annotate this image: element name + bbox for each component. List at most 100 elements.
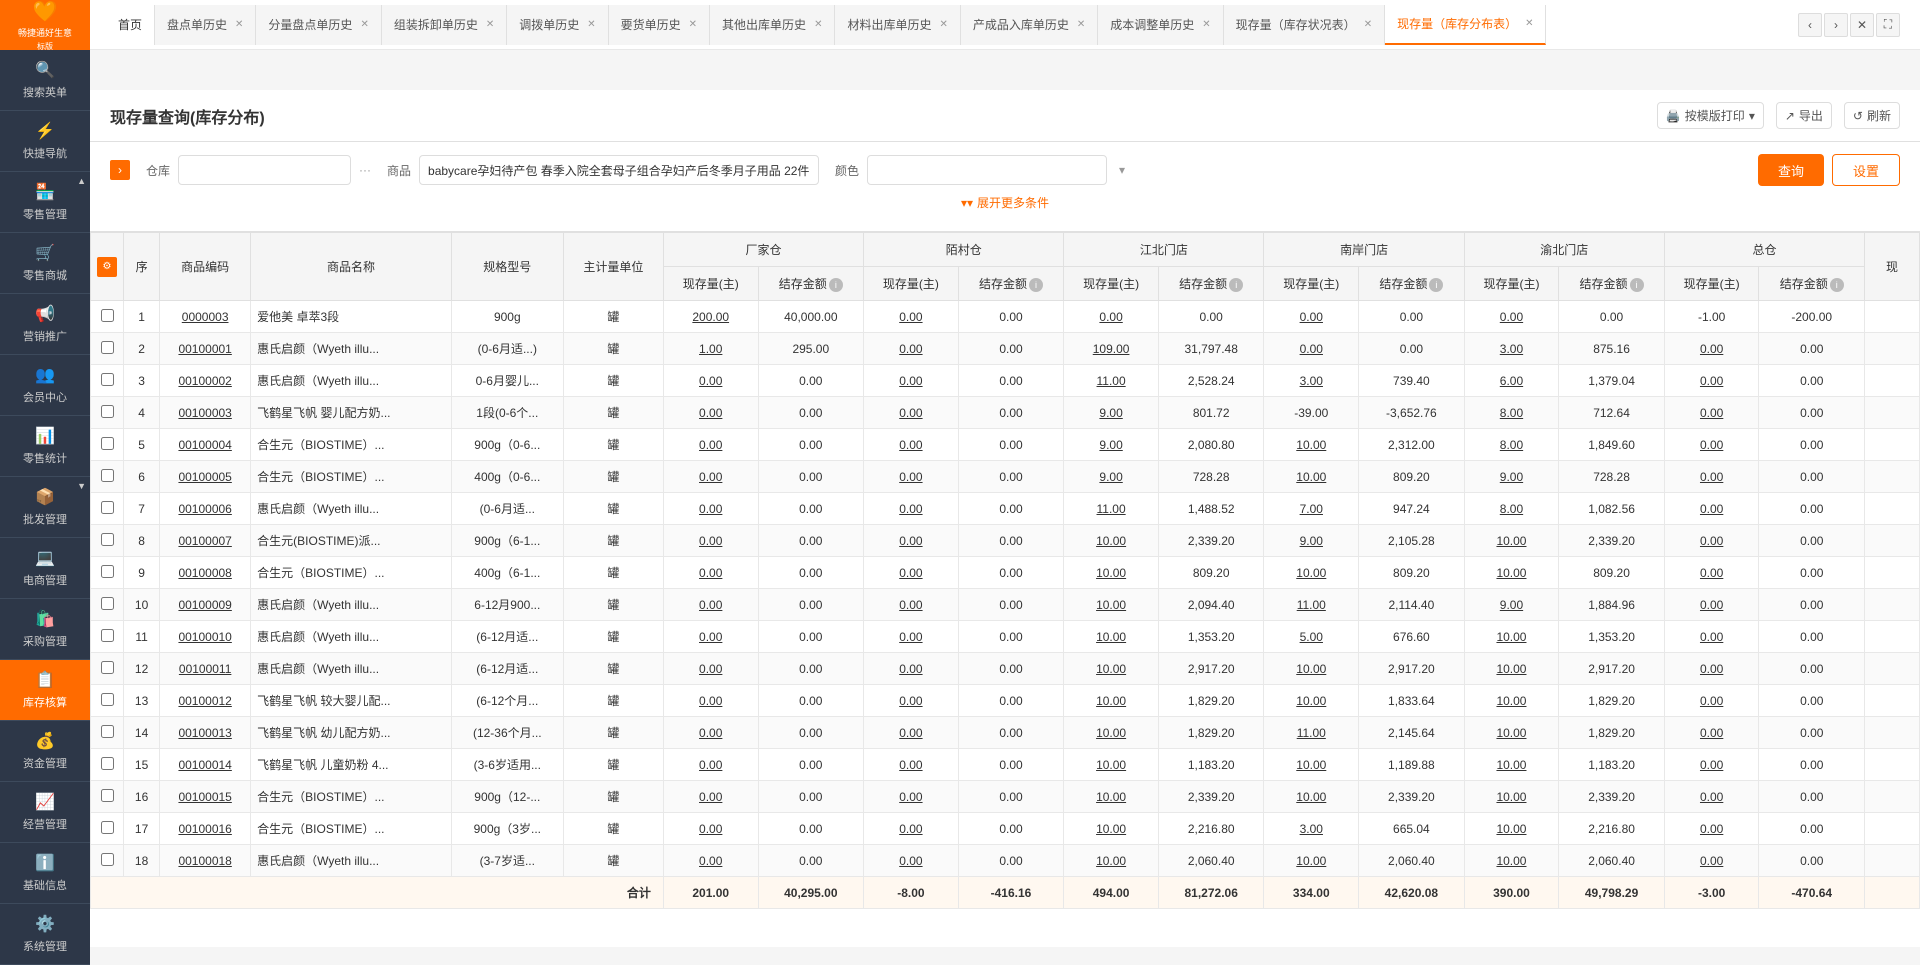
sidebar-item-retail-stat[interactable]: 📊 零售统计 bbox=[0, 416, 90, 477]
tab-assemble[interactable]: 组装拆卸单历史 ✕ bbox=[382, 5, 507, 45]
checkbox[interactable] bbox=[101, 789, 114, 802]
row-total-stock[interactable]: 0.00 bbox=[1664, 525, 1759, 557]
row-w2-stock[interactable]: 0.00 bbox=[864, 845, 959, 877]
row-checkbox[interactable] bbox=[91, 493, 124, 525]
row-checkbox[interactable] bbox=[91, 301, 124, 333]
row-w4-stock[interactable]: 0.00 bbox=[1264, 333, 1359, 365]
row-checkbox[interactable] bbox=[91, 845, 124, 877]
checkbox[interactable] bbox=[101, 853, 114, 866]
tab-prev-btn[interactable]: ‹ bbox=[1798, 13, 1822, 37]
row-w4-stock[interactable]: 10.00 bbox=[1264, 845, 1359, 877]
row-w5-stock[interactable]: 9.00 bbox=[1464, 589, 1559, 621]
tab-close-icon[interactable]: ✕ bbox=[689, 19, 697, 30]
checkbox[interactable] bbox=[101, 725, 114, 738]
row-checkbox[interactable] bbox=[91, 461, 124, 493]
row-w1-stock[interactable]: 0.00 bbox=[663, 813, 758, 845]
row-w2-stock[interactable]: 0.00 bbox=[864, 813, 959, 845]
row-w4-stock[interactable]: 9.00 bbox=[1264, 525, 1359, 557]
sidebar-item-marketing[interactable]: 📢 营销推广 bbox=[0, 294, 90, 355]
tab-close-icon[interactable]: ✕ bbox=[587, 19, 595, 30]
row-w4-stock[interactable]: 10.00 bbox=[1264, 653, 1359, 685]
checkbox[interactable] bbox=[101, 501, 114, 514]
sidebar-item-mall[interactable]: 🛒 零售商城 bbox=[0, 233, 90, 294]
tab-transfer[interactable]: 调拨单历史 ✕ bbox=[507, 5, 608, 45]
w2-info-icon[interactable]: i bbox=[1029, 278, 1043, 292]
row-w5-stock[interactable]: 8.00 bbox=[1464, 429, 1559, 461]
tab-close-icon[interactable]: ✕ bbox=[360, 19, 368, 30]
row-w2-stock[interactable]: 0.00 bbox=[864, 397, 959, 429]
sidebar-item-retail-mgmt[interactable]: 🏪 零售管理 ▲ bbox=[0, 172, 90, 233]
color-dropdown-icon[interactable]: ▾ bbox=[1119, 163, 1125, 177]
row-w1-stock[interactable]: 0.00 bbox=[663, 685, 758, 717]
row-total-stock[interactable]: 0.00 bbox=[1664, 365, 1759, 397]
row-w5-stock[interactable]: 10.00 bbox=[1464, 653, 1559, 685]
row-w5-stock[interactable]: 8.00 bbox=[1464, 493, 1559, 525]
row-total-stock[interactable]: 0.00 bbox=[1664, 717, 1759, 749]
row-w4-stock[interactable]: 10.00 bbox=[1264, 749, 1359, 781]
row-checkbox[interactable] bbox=[91, 717, 124, 749]
row-total-stock[interactable]: 0.00 bbox=[1664, 429, 1759, 461]
sidebar-item-search[interactable]: 🔍 搜索英单 bbox=[0, 50, 90, 111]
row-w1-stock[interactable]: 0.00 bbox=[663, 781, 758, 813]
row-total-stock[interactable]: 0.00 bbox=[1664, 461, 1759, 493]
row-w2-stock[interactable]: 0.00 bbox=[864, 525, 959, 557]
sidebar-item-wholesale[interactable]: 📦 批发管理 ▼ bbox=[0, 477, 90, 538]
tab-stock-status[interactable]: 现存量（库存状况表） ✕ bbox=[1224, 5, 1385, 45]
row-w5-stock[interactable]: 10.00 bbox=[1464, 525, 1559, 557]
row-w4-stock[interactable]: 11.00 bbox=[1264, 717, 1359, 749]
filter-expand-icon[interactable]: › bbox=[110, 160, 130, 180]
color-input[interactable] bbox=[867, 155, 1107, 185]
tab-material-out[interactable]: 材料出库单历史 ✕ bbox=[835, 5, 960, 45]
tab-inventory-count[interactable]: 盘点单历史 ✕ bbox=[155, 5, 256, 45]
row-w1-stock[interactable]: 200.00 bbox=[663, 301, 758, 333]
row-w1-stock[interactable]: 1.00 bbox=[663, 333, 758, 365]
row-w4-stock[interactable]: 10.00 bbox=[1264, 781, 1359, 813]
sidebar-item-operation[interactable]: 📈 经营管理 bbox=[0, 782, 90, 843]
row-total-stock[interactable]: 0.00 bbox=[1664, 621, 1759, 653]
tab-partial-count[interactable]: 分量盘点单历史 ✕ bbox=[256, 5, 381, 45]
checkbox[interactable] bbox=[101, 597, 114, 610]
tab-close-icon[interactable]: ✕ bbox=[1202, 19, 1210, 30]
w4-info-icon[interactable]: i bbox=[1429, 278, 1443, 292]
row-checkbox[interactable] bbox=[91, 685, 124, 717]
checkbox[interactable] bbox=[101, 373, 114, 386]
row-w3-stock[interactable]: 0.00 bbox=[1064, 301, 1159, 333]
row-w5-stock[interactable]: 10.00 bbox=[1464, 717, 1559, 749]
row-w5-stock[interactable]: 10.00 bbox=[1464, 749, 1559, 781]
filter-expand-btn[interactable]: ▾▾ 展开更多条件 bbox=[961, 194, 1049, 211]
row-w2-stock[interactable]: 0.00 bbox=[864, 621, 959, 653]
row-w3-stock[interactable]: 10.00 bbox=[1064, 589, 1159, 621]
row-w1-stock[interactable]: 0.00 bbox=[663, 749, 758, 781]
tab-close-icon[interactable]: ✕ bbox=[235, 19, 243, 30]
row-total-stock[interactable]: 0.00 bbox=[1664, 749, 1759, 781]
row-w1-stock[interactable]: 0.00 bbox=[663, 845, 758, 877]
row-w3-stock[interactable]: 109.00 bbox=[1064, 333, 1159, 365]
row-w3-stock[interactable]: 10.00 bbox=[1064, 621, 1159, 653]
row-w2-stock[interactable]: 0.00 bbox=[864, 365, 959, 397]
row-total-stock[interactable]: 0.00 bbox=[1664, 397, 1759, 429]
row-w2-stock[interactable]: 0.00 bbox=[864, 781, 959, 813]
export-btn[interactable]: ↗ 导出 bbox=[1776, 102, 1832, 129]
total-info-icon[interactable]: i bbox=[1830, 278, 1844, 292]
tab-stock-dist[interactable]: 现存量（库存分布表） ✕ bbox=[1385, 5, 1546, 45]
row-w2-stock[interactable]: 0.00 bbox=[864, 557, 959, 589]
row-w2-stock[interactable]: 0.00 bbox=[864, 429, 959, 461]
row-w3-stock[interactable]: 9.00 bbox=[1064, 397, 1159, 429]
tab-close-icon[interactable]: ✕ bbox=[814, 19, 822, 30]
row-checkbox[interactable] bbox=[91, 365, 124, 397]
row-w3-stock[interactable]: 10.00 bbox=[1064, 685, 1159, 717]
row-w2-stock[interactable]: 0.00 bbox=[864, 717, 959, 749]
row-w1-stock[interactable]: 0.00 bbox=[663, 365, 758, 397]
row-w1-stock[interactable]: 0.00 bbox=[663, 621, 758, 653]
row-w3-stock[interactable]: 10.00 bbox=[1064, 813, 1159, 845]
row-total-stock[interactable]: 0.00 bbox=[1664, 557, 1759, 589]
row-w4-stock[interactable]: 0.00 bbox=[1264, 301, 1359, 333]
row-checkbox[interactable] bbox=[91, 749, 124, 781]
tab-close-icon[interactable]: ✕ bbox=[1364, 19, 1372, 30]
tab-expand-btn[interactable]: ⛶ bbox=[1876, 13, 1900, 37]
row-w1-stock[interactable]: 0.00 bbox=[663, 461, 758, 493]
checkbox[interactable] bbox=[101, 405, 114, 418]
row-w3-stock[interactable]: 9.00 bbox=[1064, 461, 1159, 493]
settings-button[interactable]: 设置 bbox=[1832, 154, 1900, 186]
sidebar-item-system[interactable]: ⚙️ 系统管理 bbox=[0, 904, 90, 965]
